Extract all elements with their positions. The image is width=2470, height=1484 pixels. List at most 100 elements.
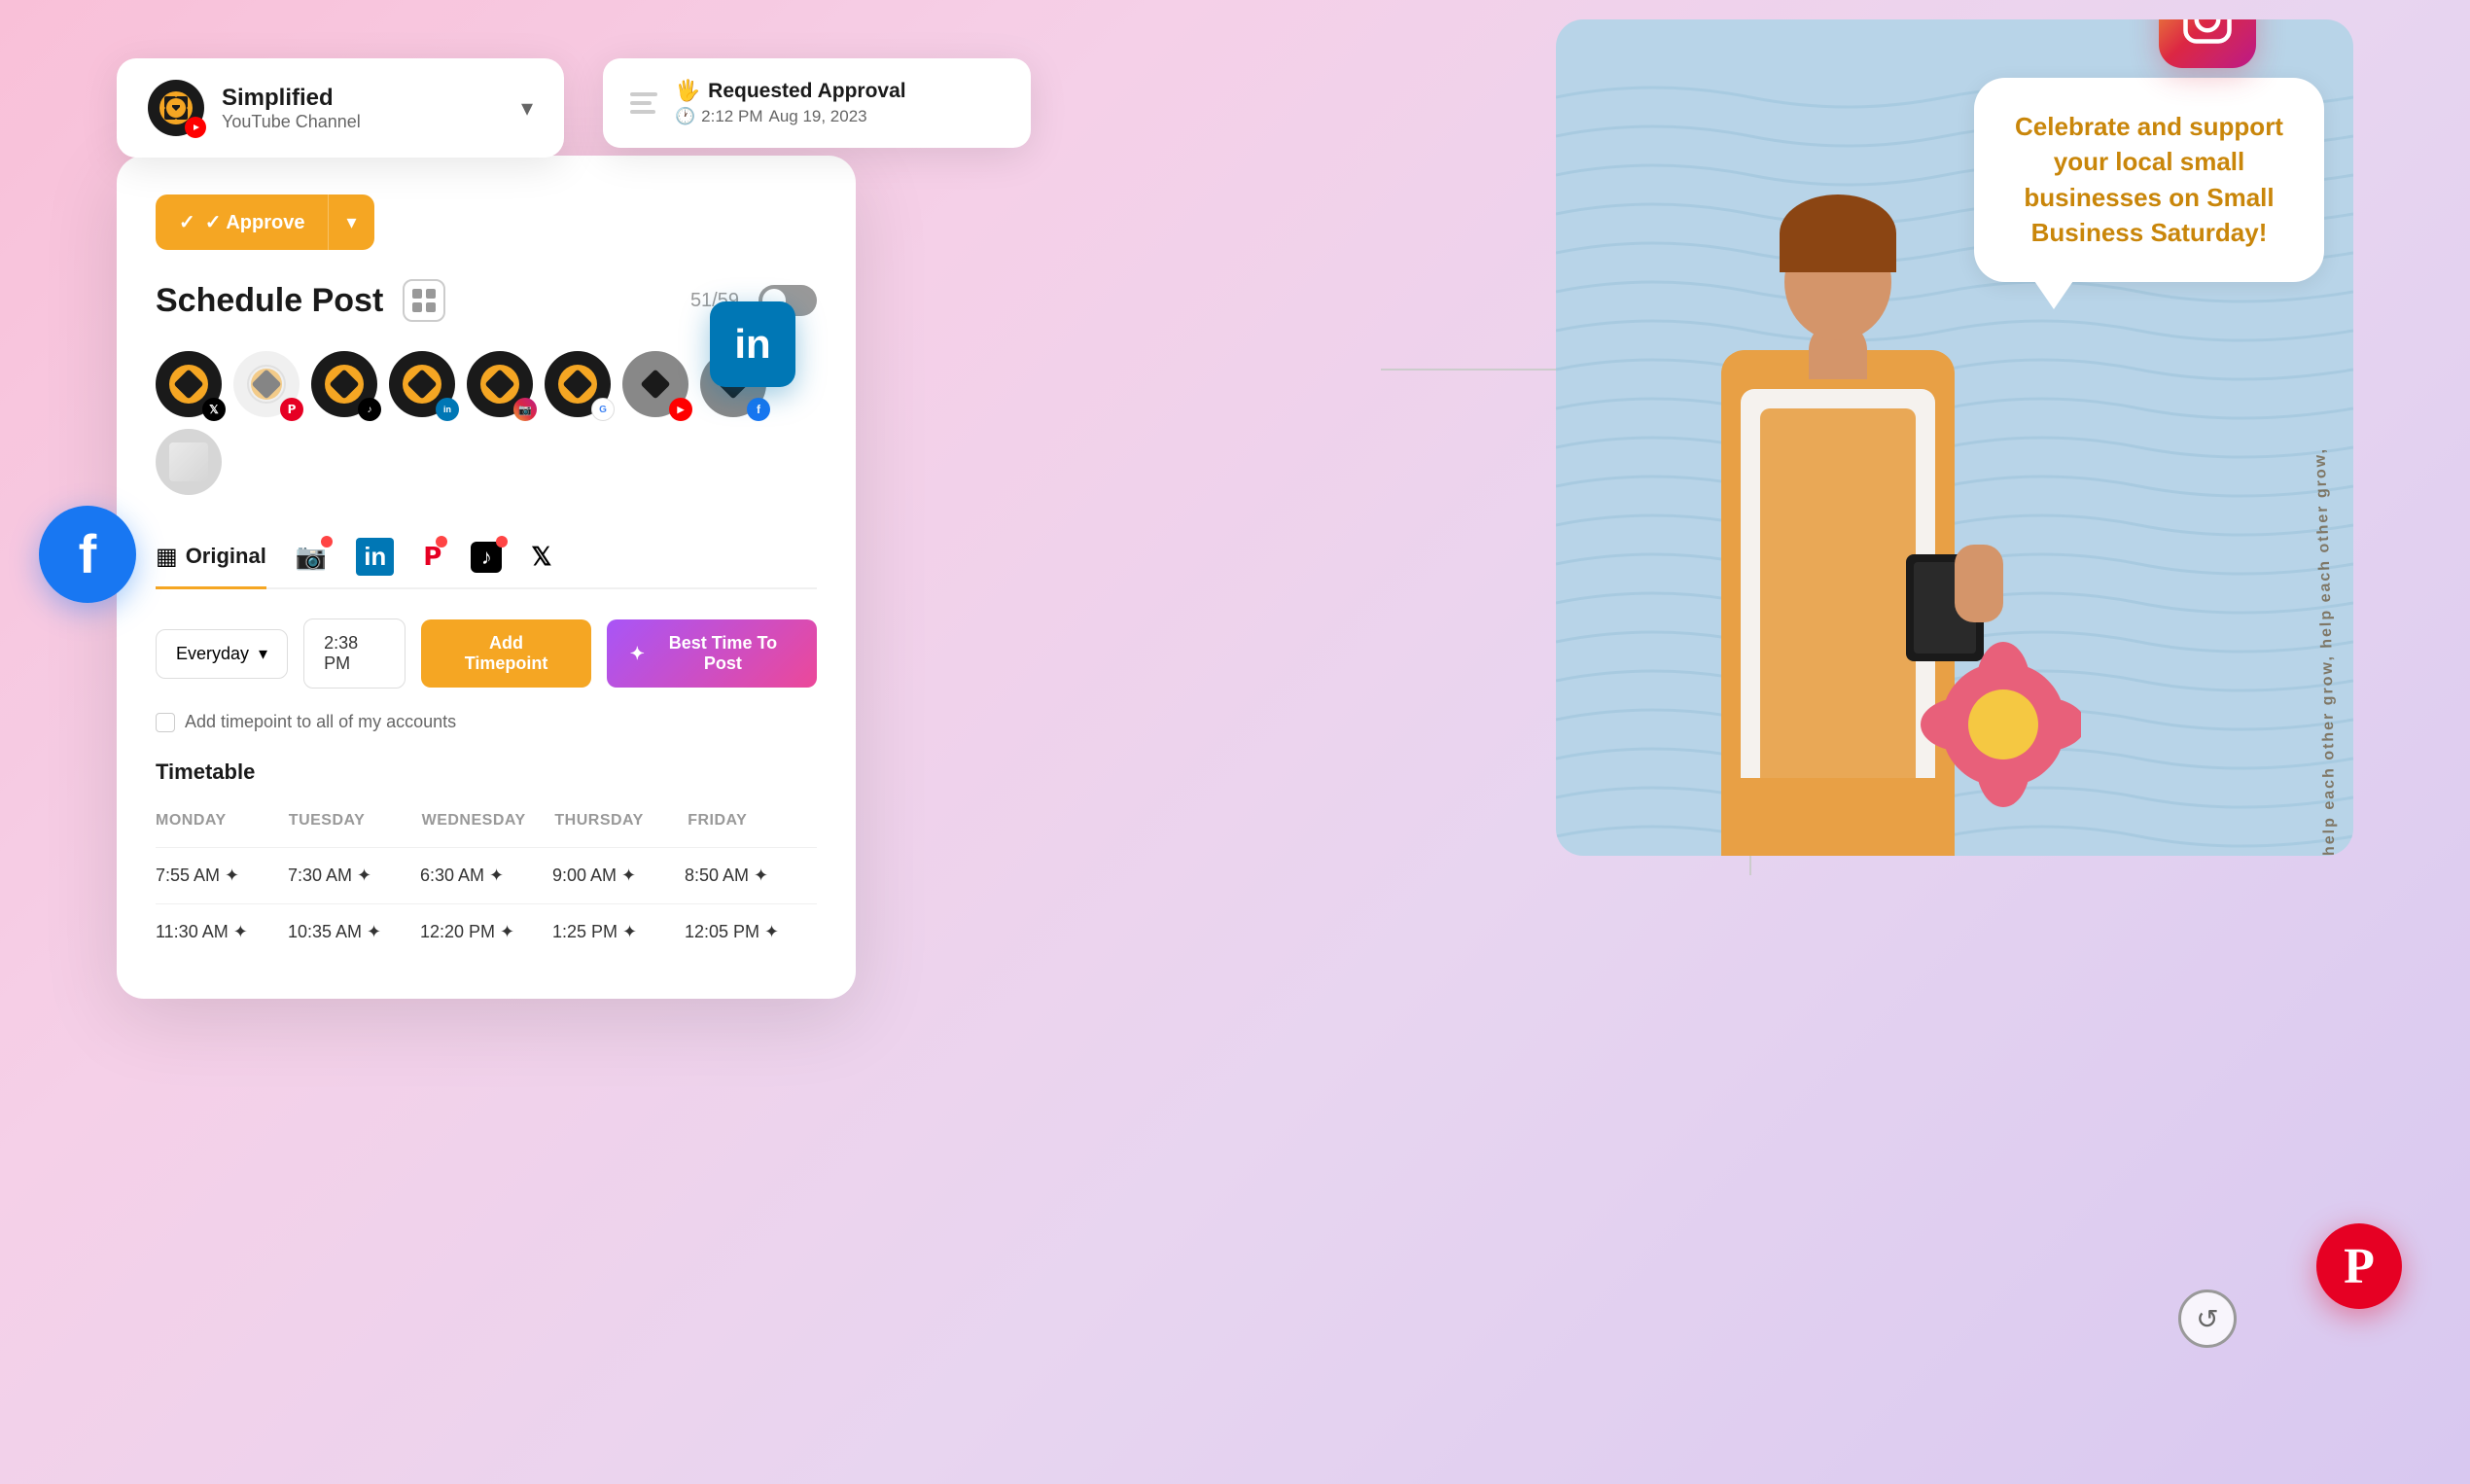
approve-label: ✓ Approve [205, 210, 305, 234]
cell-tue-1: 7:30 AM ✦ [288, 848, 420, 903]
channel-type: YouTube Channel [222, 112, 504, 132]
grid-view-icon[interactable] [403, 279, 445, 322]
flower-decoration [1906, 627, 2081, 827]
time-controls: Everyday ▾ 2:38 PM Add Timepoint ✦ Best … [156, 618, 817, 689]
timetable-rows: 7:55 AM ✦ 7:30 AM ✦ 6:30 AM ✦ 9:00 AM ✦ … [156, 847, 817, 960]
col-tuesday: TUESDAY [289, 804, 418, 837]
cell-mon-1: 7:55 AM ✦ [156, 848, 288, 903]
table-row: 7:55 AM ✦ 7:30 AM ✦ 6:30 AM ✦ 9:00 AM ✦ … [156, 847, 817, 903]
approval-date: Aug 19, 2023 [768, 107, 866, 126]
avatar-youtube[interactable]: ▶ [622, 351, 692, 421]
checkmark-icon: ✓ [179, 210, 195, 234]
pinterest-p-letter: P [2344, 1238, 2375, 1295]
svg-text:help each other grow, help eac: help each other grow, help each other gr… [2311, 447, 2338, 856]
x-badge: 𝕏 [202, 398, 226, 421]
col-friday: FRIDAY [688, 804, 817, 837]
youtube-badge-small: ▶ [669, 398, 692, 421]
tab-tiktok[interactable]: ♪ [471, 538, 502, 587]
cell-wed-1: 6:30 AM ✦ [420, 848, 552, 903]
add-all-checkbox[interactable] [156, 713, 175, 732]
time-thu-2: 1:25 PM ✦ [552, 922, 637, 942]
approval-time: 2:12 PM [701, 107, 762, 126]
col-thursday: THURSDAY [554, 804, 684, 837]
tab-pinterest[interactable]: 𝗣 [423, 538, 441, 587]
avatar-google[interactable]: G [545, 351, 615, 421]
linkedin-in-text: in [734, 321, 770, 368]
frequency-label: Everyday [176, 644, 249, 664]
x-tab-icon: 𝕏 [531, 542, 551, 572]
facebook-badge: f [747, 398, 770, 421]
approval-text: 🖐️ Requested Approval 🕐 2:12 PM Aug 19, … [675, 80, 906, 126]
tiktok-notification-dot [496, 536, 508, 548]
linkedin-badge: in [436, 398, 459, 421]
cell-fri-1: 8:50 AM ✦ [685, 848, 817, 903]
tiktok-badge: ♪ [358, 398, 381, 421]
best-time-button[interactable]: ✦ Best Time To Post [607, 619, 817, 688]
floating-facebook-icon: f [39, 506, 136, 603]
channel-text: Simplified YouTube Channel [222, 85, 504, 132]
add-all-text: Add timepoint to all of my accounts [185, 712, 456, 732]
tab-bar: ▦ Original 📷 in 𝗣 ♪ 𝕏 [156, 538, 817, 589]
schedule-panel: ✓ ✓ Approve ▾ Schedule Post 51/59 𝕏 [117, 156, 856, 999]
avatar-linkedin[interactable]: in [389, 351, 459, 421]
instagram-notification-dot [321, 536, 333, 548]
tab-linkedin[interactable]: in [356, 538, 394, 587]
approve-main-button[interactable]: ✓ ✓ Approve [156, 194, 328, 250]
add-timepoint-button[interactable]: Add Timepoint [421, 619, 590, 688]
frequency-chevron: ▾ [259, 644, 267, 664]
avatar-instagram[interactable]: 📷 [467, 351, 537, 421]
speech-bubble-tail [2032, 278, 2075, 309]
floating-instagram-icon [2159, 19, 2256, 68]
tab-x[interactable]: 𝕏 [531, 538, 551, 587]
refresh-icon[interactable]: ↺ [2178, 1290, 2237, 1348]
frequency-dropdown[interactable]: Everyday ▾ [156, 629, 288, 679]
tab-original-label: Original [186, 544, 266, 569]
channel-icon [148, 80, 204, 136]
speech-bubble-text: Celebrate and support your local small b… [2013, 109, 2285, 251]
speech-bubble: Celebrate and support your local small b… [1974, 78, 2324, 282]
time-input[interactable]: 2:38 PM [303, 618, 406, 689]
time-wed-2: 12:20 PM ✦ [420, 922, 514, 942]
time-fri-2: 12:05 PM ✦ [685, 922, 779, 942]
sparkle-icon: ✦ [630, 644, 645, 664]
cell-wed-2: 12:20 PM ✦ [420, 904, 552, 960]
cell-thu-1: 9:00 AM ✦ [552, 848, 685, 903]
cell-fri-2: 12:05 PM ✦ [685, 904, 817, 960]
add-all-accounts[interactable]: Add timepoint to all of my accounts [156, 712, 817, 732]
time-mon-1: 7:55 AM ✦ [156, 866, 239, 886]
approve-dropdown-button[interactable]: ▾ [328, 194, 373, 250]
time-thu-1: 9:00 AM ✦ [552, 866, 636, 886]
avatar-tiktok[interactable]: ♪ [311, 351, 381, 421]
pinterest-badge: 𝗣 [280, 398, 303, 421]
best-time-label: Best Time To Post [653, 633, 794, 674]
table-row: 11:30 AM ✦ 10:35 AM ✦ 12:20 PM ✦ 1:25 PM… [156, 903, 817, 960]
approve-button-group: ✓ ✓ Approve ▾ [156, 194, 817, 250]
chevron-down-icon[interactable]: ▾ [521, 94, 533, 123]
time-wed-1: 6:30 AM ✦ [420, 866, 504, 886]
col-monday: MONDAY [156, 804, 285, 837]
curved-text-overlay: help each other grow, help each other gr… [2159, 272, 2353, 856]
avatar-pinterest-inactive[interactable]: 𝗣 [233, 351, 303, 421]
channel-name: Simplified [222, 85, 504, 112]
linkedin-tab-icon: in [356, 538, 394, 576]
timetable-header: MONDAY TUESDAY WEDNESDAY THURSDAY FRIDAY [156, 804, 817, 837]
channel-selector[interactable]: Simplified YouTube Channel ▾ [117, 58, 564, 158]
avatar-x[interactable]: 𝕏 [156, 351, 226, 421]
schedule-title: Schedule Post [156, 282, 383, 320]
approval-label: Requested Approval [708, 80, 905, 103]
refresh-symbol: ↺ [2196, 1303, 2218, 1335]
pinterest-notification-dot [436, 536, 447, 548]
youtube-badge [185, 117, 206, 138]
col-wednesday: WEDNESDAY [422, 804, 551, 837]
time-tue-1: 7:30 AM ✦ [288, 866, 371, 886]
facebook-f-letter: f [79, 527, 97, 582]
cell-thu-2: 1:25 PM ✦ [552, 904, 685, 960]
time-mon-2: 11:30 AM ✦ [156, 922, 248, 942]
avatar-other[interactable] [156, 429, 226, 499]
google-badge: G [591, 398, 615, 421]
time-fri-1: 8:50 AM ✦ [685, 866, 768, 886]
tab-original[interactable]: ▦ Original [156, 538, 266, 589]
original-tab-icon: ▦ [156, 543, 178, 571]
instagram-badge: 📷 [513, 398, 537, 421]
tab-instagram[interactable]: 📷 [296, 538, 327, 587]
